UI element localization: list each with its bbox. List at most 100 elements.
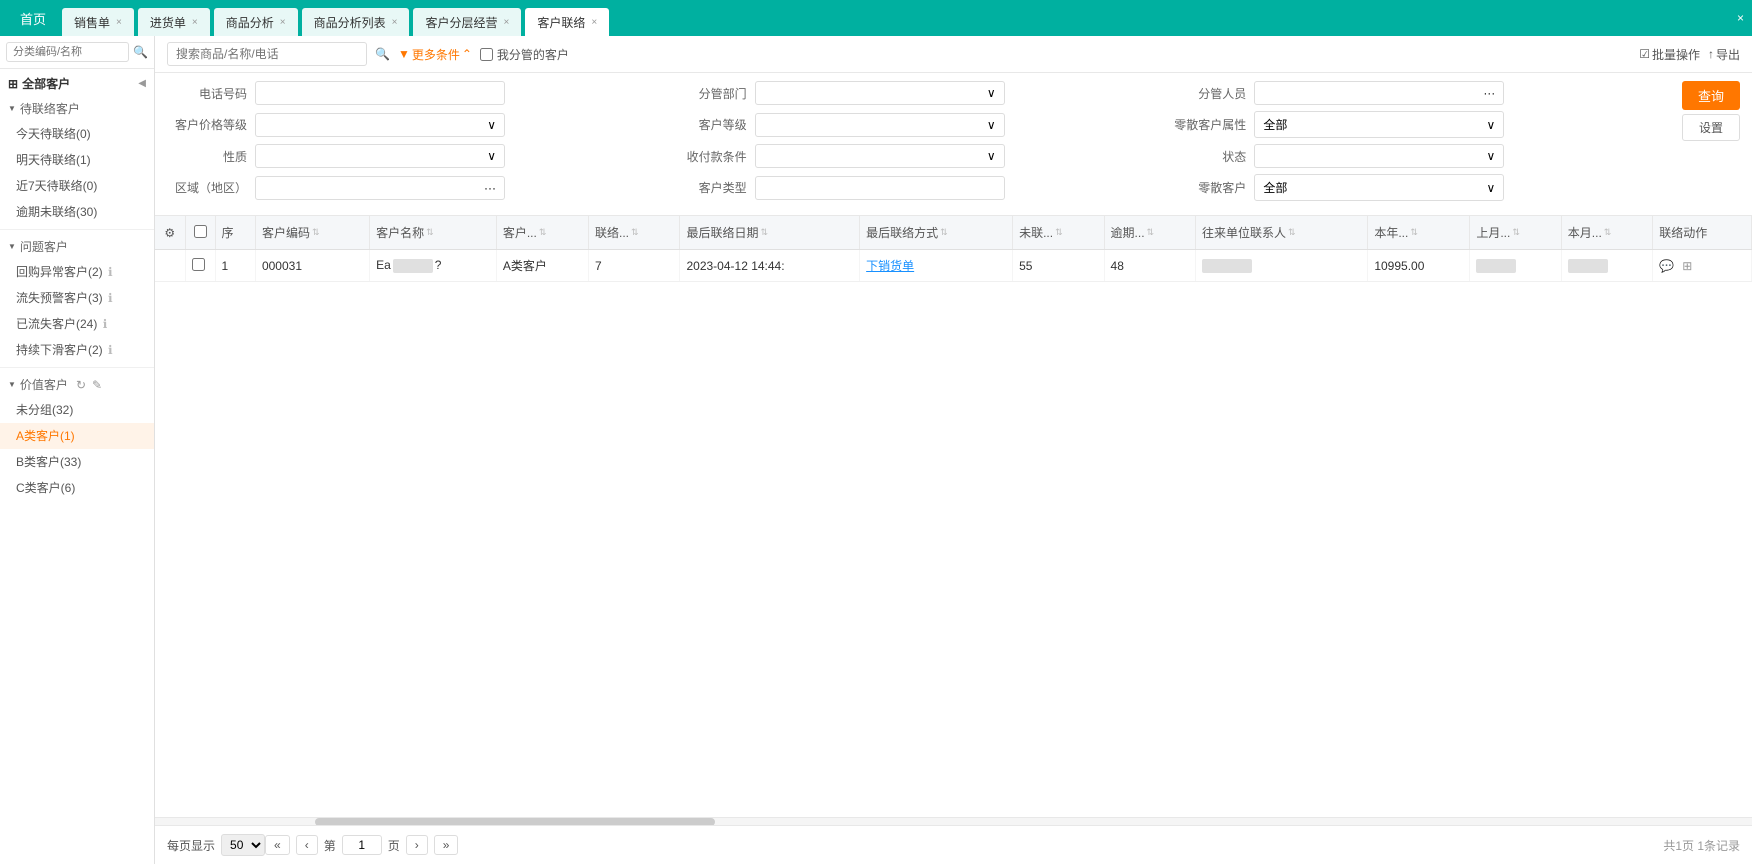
nature-label: 性质 xyxy=(167,148,247,165)
last-method-link[interactable]: 下销货单 xyxy=(866,259,914,273)
close-sales-tab[interactable]: × xyxy=(116,17,122,28)
sidebar-item-overdue[interactable]: 逾期未联络(30) xyxy=(0,199,154,225)
td-overdue: 48 xyxy=(1104,250,1195,282)
sidebar-item-7days[interactable]: 近7天待联络(0) xyxy=(0,173,154,199)
row-checkbox[interactable] xyxy=(192,258,205,271)
page-size-area: 每页显示 50 xyxy=(167,834,265,856)
td-checkbox[interactable] xyxy=(185,250,215,282)
refresh-icon[interactable]: ↻ xyxy=(76,378,86,392)
export-btn[interactable]: ↑ 导出 xyxy=(1708,46,1740,63)
close-analysis-list-tab[interactable]: × xyxy=(392,17,398,28)
cust-type-input[interactable] xyxy=(755,176,1005,200)
payment-select[interactable]: ∨ xyxy=(755,144,1005,168)
sidebar-item-churned[interactable]: 已流失客户(24) ℹ xyxy=(0,311,154,337)
pending-contact-header[interactable]: ▼ 待联络客户 xyxy=(0,96,154,121)
close-purchase-tab[interactable]: × xyxy=(192,17,198,28)
sort-person-icon: ⇅ xyxy=(1288,227,1296,238)
manager-select[interactable]: ··· xyxy=(1254,81,1504,105)
sidebar-item-a-class[interactable]: A类客户(1) xyxy=(0,423,154,449)
sidebar-item-b-class[interactable]: B类客户(33) xyxy=(0,449,154,475)
sidebar-item-tomorrow[interactable]: 明天待联络(1) xyxy=(0,147,154,173)
close-all-btn[interactable]: × xyxy=(1737,11,1744,25)
td-this-year: 10995.00 xyxy=(1368,250,1470,282)
nav-home[interactable]: 首页 xyxy=(8,0,58,36)
my-customers-check[interactable] xyxy=(480,48,493,61)
th-action: 联络动作 xyxy=(1653,216,1752,250)
sidebar-item-c-class[interactable]: C类客户(6) xyxy=(0,475,154,501)
sidebar-search-icon[interactable]: 🔍 xyxy=(133,45,148,59)
last-page-btn[interactable]: » xyxy=(434,835,459,855)
close-customer-contact-tab[interactable]: × xyxy=(591,17,597,28)
th-contact-count[interactable]: 联络...⇅ xyxy=(589,216,680,250)
close-customer-mgmt-tab[interactable]: × xyxy=(503,17,509,28)
td-last-method[interactable]: 下销货单 xyxy=(860,250,1013,282)
th-name[interactable]: 客户名称⇅ xyxy=(370,216,497,250)
filter-search-input[interactable] xyxy=(167,42,367,66)
price-level-select[interactable]: ∨ xyxy=(255,113,505,137)
dept-select[interactable]: ∨ xyxy=(755,81,1005,105)
filter-search-icon[interactable]: 🔍 xyxy=(375,47,390,61)
sidebar-item-today[interactable]: 今天待联络(0) xyxy=(0,121,154,147)
nav-tab-customer-contact[interactable]: 客户联络 × xyxy=(525,8,609,36)
close-analysis-tab[interactable]: × xyxy=(280,17,286,28)
nav-tab-analysis-list[interactable]: 商品分析列表 × xyxy=(302,8,410,36)
more-filter-btn[interactable]: ▼ 更多条件 ⌃ xyxy=(398,46,472,63)
value-customers-group: ▼ 价值客户 ↻ ✎ 未分组(32) A类客户(1) B类客户(33) C类客户… xyxy=(0,370,154,503)
sidebar-item-churn-warning[interactable]: 流失预警客户(3) ℹ xyxy=(0,285,154,311)
td-gear xyxy=(155,250,185,282)
th-checkbox[interactable] xyxy=(185,216,215,250)
nav-tab-analysis[interactable]: 商品分析 × xyxy=(214,8,298,36)
select-all-checkbox[interactable] xyxy=(194,225,207,238)
next-page-btn[interactable]: › xyxy=(406,835,428,855)
sidebar-item-repurchase[interactable]: 回购异常客户(2) ℹ xyxy=(0,259,154,285)
th-gear[interactable]: ⚙ xyxy=(155,216,185,250)
my-customers-checkbox[interactable]: 我分管的客户 xyxy=(480,46,569,63)
grid-icon: ⊞ xyxy=(8,77,18,91)
phone-input[interactable] xyxy=(255,81,505,105)
grid-action-icon[interactable]: ⊞ xyxy=(1682,259,1692,273)
th-last-month[interactable]: 上月...⇅ xyxy=(1470,216,1561,250)
sidebar-collapse-btn[interactable]: ◀ xyxy=(138,78,146,89)
edit-icon[interactable]: ✎ xyxy=(92,378,102,392)
page-input[interactable] xyxy=(342,835,382,855)
horizontal-scrollbar[interactable] xyxy=(155,817,1752,825)
cust-level-select[interactable]: ∨ xyxy=(755,113,1005,137)
filter-cust-level: 客户等级 ∨ xyxy=(667,113,1167,137)
th-level[interactable]: 客户...⇅ xyxy=(496,216,588,250)
value-customers-header[interactable]: ▼ 价值客户 ↻ ✎ xyxy=(0,372,154,397)
td-not-contact: 55 xyxy=(1013,250,1104,282)
info-icon-1: ℹ xyxy=(108,265,113,279)
region-select[interactable]: ··· xyxy=(255,176,505,200)
th-overdue[interactable]: 逾期...⇅ xyxy=(1104,216,1195,250)
th-this-year[interactable]: 本年...⇅ xyxy=(1368,216,1470,250)
comment-icon[interactable]: 💬 xyxy=(1659,259,1674,273)
th-last-date[interactable]: 最后联络日期⇅ xyxy=(680,216,860,250)
all-customers-title[interactable]: ⊞ 全部客户 xyxy=(8,75,70,92)
nav-tab-sales[interactable]: 销售单 × xyxy=(62,8,134,36)
prev-page-btn[interactable]: ‹ xyxy=(296,835,318,855)
th-not-contact[interactable]: 未联...⇅ xyxy=(1013,216,1104,250)
sort-date-icon: ⇅ xyxy=(761,227,769,238)
nature-select[interactable]: ∨ xyxy=(255,144,505,168)
sparse-attr-select[interactable]: 全部 ∨ xyxy=(1254,111,1504,138)
sidebar-item-unsorted[interactable]: 未分组(32) xyxy=(0,397,154,423)
batch-op-btn[interactable]: ☑ 批量操作 xyxy=(1639,46,1700,63)
nav-tab-purchase[interactable]: 进货单 × xyxy=(138,8,210,36)
td-last-date: 2023-04-12 14:44: xyxy=(680,250,860,282)
th-code[interactable]: 客户编码⇅ xyxy=(255,216,369,250)
query-button[interactable]: 查询 xyxy=(1682,81,1740,110)
sort-nc-icon: ⇅ xyxy=(1055,227,1063,238)
sparse-cust-select[interactable]: 全部 ∨ xyxy=(1254,174,1504,201)
phone-label: 电话号码 xyxy=(167,85,247,102)
status-select[interactable]: ∨ xyxy=(1254,144,1504,168)
th-last-method[interactable]: 最后联络方式⇅ xyxy=(860,216,1013,250)
sidebar-search-input[interactable] xyxy=(6,42,129,62)
sidebar-item-declining[interactable]: 持续下滑客户(2) ℹ xyxy=(0,337,154,363)
th-contact-person[interactable]: 往来单位联系人⇅ xyxy=(1196,216,1368,250)
set-button[interactable]: 设置 xyxy=(1682,114,1740,141)
th-this-month[interactable]: 本月...⇅ xyxy=(1561,216,1652,250)
nav-tab-customer-mgmt[interactable]: 客户分层经营 × xyxy=(413,8,521,36)
first-page-btn[interactable]: « xyxy=(265,835,290,855)
per-page-select[interactable]: 50 xyxy=(221,834,265,856)
problem-customers-header[interactable]: ▼ 问题客户 xyxy=(0,234,154,259)
